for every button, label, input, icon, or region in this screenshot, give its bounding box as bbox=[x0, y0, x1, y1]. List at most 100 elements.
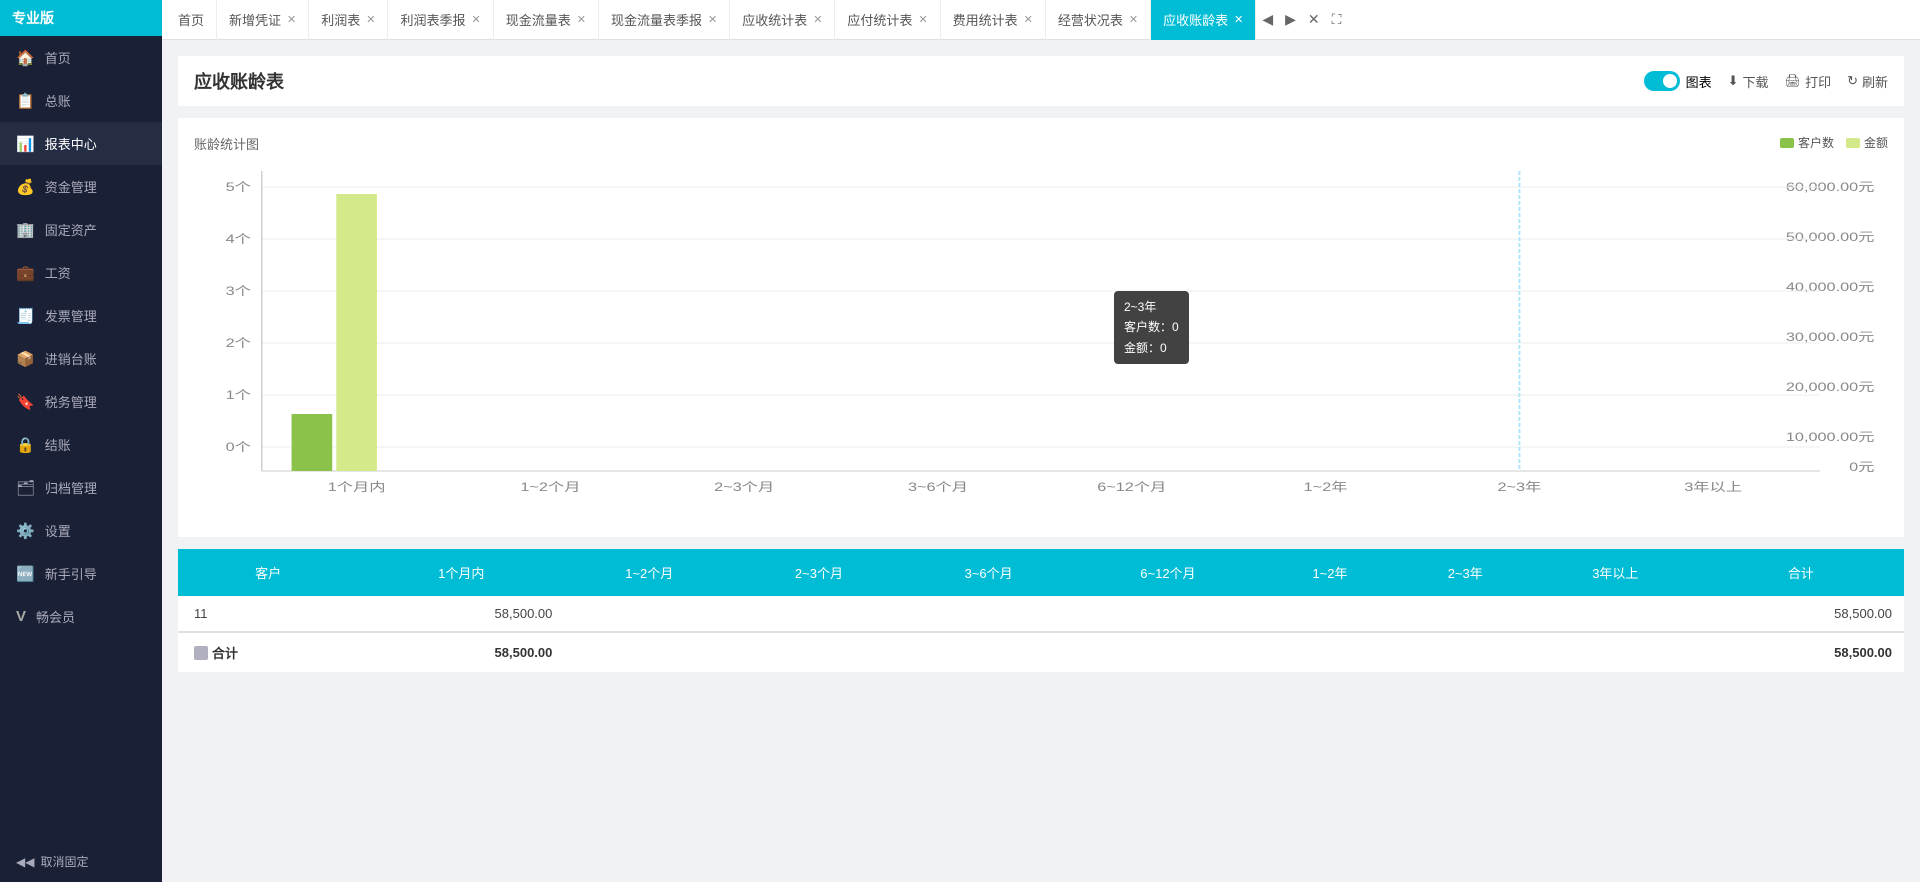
refresh-label: 刷新 bbox=[1862, 72, 1888, 91]
svg-text:0元: 0元 bbox=[1849, 461, 1874, 474]
sidebar-item-home[interactable]: 🏠 首页 bbox=[0, 36, 162, 79]
tab-label-home: 首页 bbox=[178, 10, 204, 29]
table-container: 客户 1个月内 1~2个月 2~3个月 3~6个月 6~12个月 1~2年 2~… bbox=[178, 549, 1904, 672]
tab-expand-button[interactable]: ⛶ bbox=[1326, 0, 1348, 40]
svg-text:1~2年: 1~2年 bbox=[1304, 480, 1348, 494]
unpin-label: 取消固定 bbox=[40, 853, 88, 870]
cell-m36 bbox=[904, 596, 1074, 632]
tab-close-expense[interactable]: ✕ bbox=[1024, 13, 1033, 26]
sidebar-item-vip[interactable]: V 畅会员 bbox=[0, 595, 162, 638]
tab-ar-aging[interactable]: 应收账龄表 ✕ bbox=[1151, 0, 1256, 40]
tab-cashflow-q[interactable]: 现金流量表季报 ✕ bbox=[599, 0, 730, 40]
footer-m23 bbox=[734, 632, 904, 672]
sidebar-item-settings[interactable]: ⚙️ 设置 bbox=[0, 509, 162, 552]
tab-close-ap-stat[interactable]: ✕ bbox=[918, 13, 927, 26]
tab-prev-button[interactable]: ◀ bbox=[1256, 0, 1279, 40]
tab-close-ar-aging[interactable]: ✕ bbox=[1234, 13, 1243, 26]
chart-title: 账龄统计图 bbox=[194, 134, 1888, 153]
tab-close-cashflow-q[interactable]: ✕ bbox=[708, 13, 717, 26]
sidebar-item-funds[interactable]: 💰 资金管理 bbox=[0, 165, 162, 208]
tab-close-profit[interactable]: ✕ bbox=[366, 13, 375, 26]
tab-bar: 首页 新增凭证 ✕ 利润表 ✕ 利润表季报 ✕ 现金流量表 ✕ 现金流量表季报 … bbox=[162, 0, 1920, 40]
tab-label-expense: 费用统计表 bbox=[953, 10, 1018, 29]
app-logo: 专业版 bbox=[0, 0, 162, 36]
legend-customers-color bbox=[1780, 138, 1794, 148]
sidebar-item-ledger[interactable]: 📋 总账 bbox=[0, 79, 162, 122]
tab-next-button[interactable]: ▶ bbox=[1279, 0, 1302, 40]
cell-m1: 58,500.00 bbox=[358, 596, 564, 632]
tab-close-bizstatus[interactable]: ✕ bbox=[1129, 13, 1138, 26]
legend-amount: 金额 bbox=[1846, 134, 1888, 151]
tab-profit-q[interactable]: 利润表季报 ✕ bbox=[388, 0, 493, 40]
sidebar-item-close[interactable]: 🔒 结账 bbox=[0, 423, 162, 466]
cell-customer: 11 bbox=[178, 596, 358, 632]
table-header-row: 客户 1个月内 1~2个月 2~3个月 3~6个月 6~12个月 1~2年 2~… bbox=[178, 549, 1904, 596]
print-label: 打印 bbox=[1805, 72, 1831, 91]
refresh-button[interactable]: ↻ 刷新 bbox=[1847, 72, 1888, 91]
col-header-y23: 2~3年 bbox=[1398, 549, 1533, 596]
sidebar-label-sales: 进销台账 bbox=[45, 349, 97, 368]
footer-total: 58,500.00 bbox=[1698, 632, 1904, 672]
sidebar-label-close: 结账 bbox=[45, 435, 71, 454]
legend-customers-label: 客户数 bbox=[1798, 134, 1834, 151]
tab-expense[interactable]: 费用统计表 ✕ bbox=[941, 0, 1046, 40]
sidebar-label-invoice: 发票管理 bbox=[45, 306, 97, 325]
print-button[interactable]: 🖨 打印 bbox=[1785, 72, 1832, 91]
svg-text:50,000.00元: 50,000.00元 bbox=[1786, 231, 1875, 244]
sidebar-item-sales[interactable]: 📦 进销台账 bbox=[0, 337, 162, 380]
svg-text:40,000.00元: 40,000.00元 bbox=[1786, 281, 1875, 294]
cell-total: 58,500.00 bbox=[1698, 596, 1904, 632]
tab-label-cashflow-q: 现金流量表季报 bbox=[611, 10, 702, 29]
tab-close-all-button[interactable]: ✕ bbox=[1302, 0, 1326, 40]
sidebar-item-assets[interactable]: 🏢 固定资产 bbox=[0, 208, 162, 251]
sidebar-label-tax: 税务管理 bbox=[45, 392, 97, 411]
svg-text:6~12个月: 6~12个月 bbox=[1097, 480, 1166, 494]
download-label: 下载 bbox=[1743, 72, 1769, 91]
footer-label-text: 合计 bbox=[212, 643, 238, 662]
tab-label-profit: 利润表 bbox=[321, 10, 360, 29]
download-button[interactable]: ⬇ 下载 bbox=[1728, 72, 1769, 91]
svg-text:4个: 4个 bbox=[226, 232, 251, 246]
home-icon: 🏠 bbox=[16, 49, 35, 67]
download-icon: ⬇ bbox=[1728, 73, 1739, 89]
cell-m612 bbox=[1073, 596, 1262, 632]
tab-close-ar-stat[interactable]: ✕ bbox=[813, 13, 822, 26]
tab-profit[interactable]: 利润表 ✕ bbox=[309, 0, 388, 40]
tab-close-cashflow[interactable]: ✕ bbox=[577, 13, 586, 26]
chart-toggle-wrap: 图表 bbox=[1644, 71, 1712, 91]
sidebar-label-vip: 畅会员 bbox=[36, 607, 75, 626]
cell-m23 bbox=[734, 596, 904, 632]
col-header-m23: 2~3个月 bbox=[734, 549, 904, 596]
sidebar-item-tax[interactable]: 🔖 税务管理 bbox=[0, 380, 162, 423]
sales-icon: 📦 bbox=[16, 350, 35, 368]
tab-label-ar-stat: 应收统计表 bbox=[742, 10, 807, 29]
sidebar-item-invoice[interactable]: 🧾 发票管理 bbox=[0, 294, 162, 337]
tab-ap-stat[interactable]: 应付统计表 ✕ bbox=[835, 0, 940, 40]
sidebar-label-home: 首页 bbox=[45, 48, 71, 67]
sidebar-item-guide[interactable]: 🆕 新手引导 bbox=[0, 552, 162, 595]
settings-icon: ⚙️ bbox=[16, 522, 35, 540]
chart-svg: 5个 4个 3个 2个 1个 0个 60,000.00元 50,000.00元 … bbox=[194, 161, 1888, 521]
svg-text:20,000.00元: 20,000.00元 bbox=[1786, 381, 1875, 394]
page-header: 应收账龄表 图表 ⬇ 下载 🖨 打印 ↻ 刷新 bbox=[178, 56, 1904, 106]
tab-home[interactable]: 首页 bbox=[166, 0, 217, 40]
svg-text:5个: 5个 bbox=[226, 180, 251, 194]
tab-bizstatus[interactable]: 经营状况表 ✕ bbox=[1046, 0, 1151, 40]
col-header-m1: 1个月内 bbox=[358, 549, 564, 596]
sidebar-item-salary[interactable]: 💼 工资 bbox=[0, 251, 162, 294]
chart-toggle[interactable] bbox=[1644, 71, 1680, 91]
tab-close-voucher[interactable]: ✕ bbox=[287, 13, 296, 26]
unpin-button[interactable]: ◀◀ 取消固定 bbox=[0, 841, 162, 882]
tab-ar-stat[interactable]: 应收统计表 ✕ bbox=[730, 0, 835, 40]
sidebar-label-assets: 固定资产 bbox=[45, 220, 97, 239]
svg-text:0个: 0个 bbox=[226, 440, 251, 454]
tab-cashflow[interactable]: 现金流量表 ✕ bbox=[494, 0, 599, 40]
sidebar-item-archive[interactable]: 🗂 归档管理 bbox=[0, 466, 162, 509]
footer-m12 bbox=[564, 632, 734, 672]
tab-label-profit-q: 利润表季报 bbox=[400, 10, 465, 29]
tab-voucher[interactable]: 新增凭证 ✕ bbox=[217, 0, 309, 40]
tab-close-profit-q[interactable]: ✕ bbox=[472, 13, 481, 26]
total-row-label: 合计 bbox=[194, 643, 350, 662]
tab-label-bizstatus: 经营状况表 bbox=[1058, 10, 1123, 29]
sidebar-item-reports[interactable]: 📊 报表中心 bbox=[0, 122, 162, 165]
